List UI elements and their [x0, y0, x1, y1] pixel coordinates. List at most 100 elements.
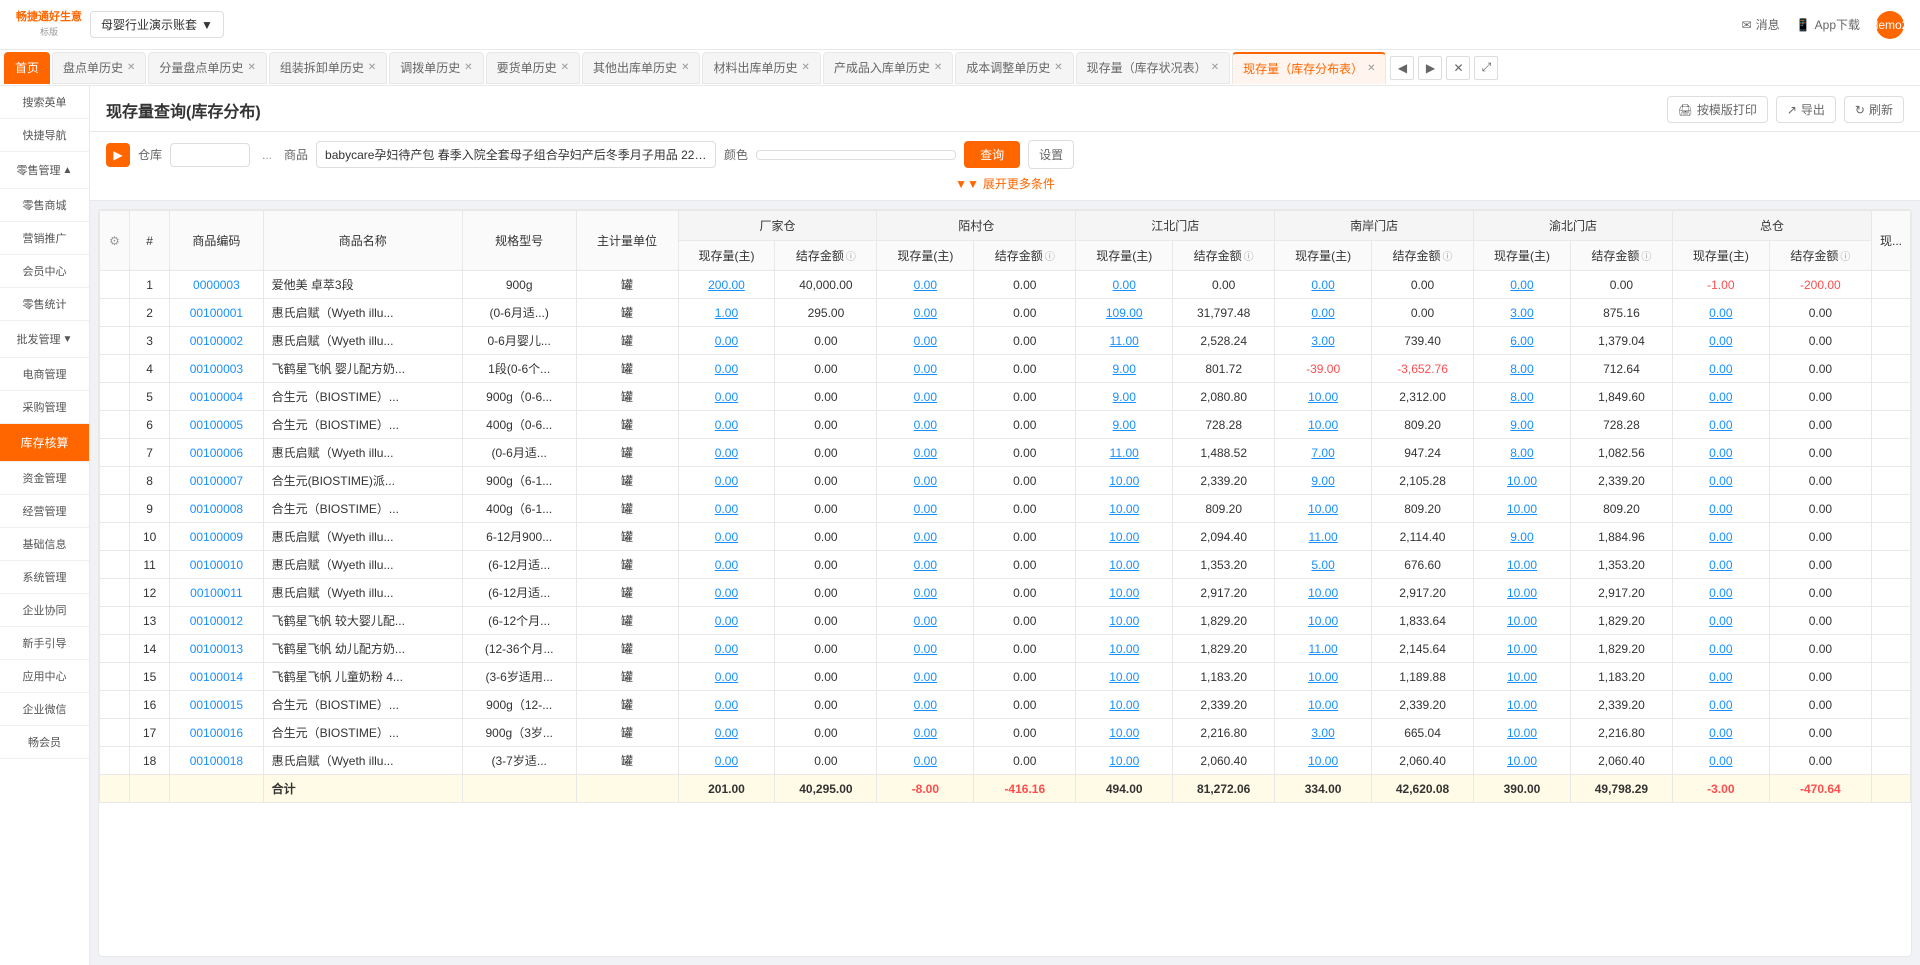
col-mountain-stock[interactable]: 0.00 [877, 607, 974, 635]
col-total-stock[interactable]: 0.00 [1672, 663, 1769, 691]
col-jiangbei-stock[interactable]: 11.00 [1076, 439, 1173, 467]
tab-material-out[interactable]: 材料出库单历史 ✕ [702, 52, 820, 84]
close-icon[interactable]: ✕ [464, 62, 472, 73]
info-icon[interactable]: ⓘ [846, 248, 856, 263]
col-yuebei-stock[interactable]: 10.00 [1474, 607, 1571, 635]
col-total-stock[interactable]: 0.00 [1672, 355, 1769, 383]
sidebar-item-apps[interactable]: 应用中心 [0, 660, 89, 693]
tab-home[interactable]: 首页 [4, 52, 50, 84]
col-code[interactable]: 00100015 [170, 691, 263, 719]
col-nanqi-stock[interactable]: 0.00 [1275, 299, 1372, 327]
col-factory-stock[interactable]: 0.00 [678, 439, 775, 467]
col-nanqi-stock[interactable]: 3.00 [1275, 327, 1372, 355]
tab-requisition[interactable]: 要货单历史 ✕ [486, 52, 580, 84]
col-yuebei-stock[interactable]: 9.00 [1474, 523, 1571, 551]
close-icon[interactable]: ✕ [127, 62, 135, 73]
col-total-stock[interactable]: 0.00 [1672, 495, 1769, 523]
col-code[interactable]: 00100013 [170, 635, 263, 663]
col-factory-stock[interactable]: 0.00 [678, 355, 775, 383]
col-jiangbei-stock[interactable]: 0.00 [1076, 271, 1173, 299]
close-icon[interactable]: ✕ [368, 62, 376, 73]
col-nanqi-stock[interactable]: 10.00 [1275, 747, 1372, 775]
col-jiangbei-stock[interactable]: 10.00 [1076, 747, 1173, 775]
gear-icon[interactable]: ⚙ [109, 234, 120, 248]
sidebar-item-marketing[interactable]: 营销推广 [0, 222, 89, 255]
col-jiangbei-stock[interactable]: 10.00 [1076, 635, 1173, 663]
col-yuebei-stock[interactable]: 10.00 [1474, 495, 1571, 523]
col-code[interactable]: 00100001 [170, 299, 263, 327]
col-mountain-stock[interactable]: 0.00 [877, 663, 974, 691]
sidebar-item-guide[interactable]: 新手引导 [0, 627, 89, 660]
col-factory-stock[interactable]: 0.00 [678, 635, 775, 663]
sidebar-item-retail-shop[interactable]: 零售商城 [0, 189, 89, 222]
col-factory-stock[interactable]: 0.00 [678, 411, 775, 439]
sidebar-item-purchase[interactable]: 采购管理 [0, 391, 89, 424]
col-yuebei-stock[interactable]: 3.00 [1474, 299, 1571, 327]
col-mountain-stock[interactable]: 0.00 [877, 299, 974, 327]
col-mountain-stock[interactable]: 0.00 [877, 383, 974, 411]
col-yuebei-stock[interactable]: 9.00 [1474, 411, 1571, 439]
refresh-button[interactable]: ↻ 刷新 [1844, 96, 1904, 123]
tab-stock-status[interactable]: 现存量（库存状况表） ✕ [1076, 52, 1230, 84]
col-factory-stock[interactable]: 0.00 [678, 523, 775, 551]
col-total-stock[interactable]: 0.00 [1672, 299, 1769, 327]
close-icon[interactable]: ✕ [934, 62, 942, 73]
col-factory-stock[interactable]: 0.00 [678, 579, 775, 607]
col-jiangbei-stock[interactable]: 10.00 [1076, 551, 1173, 579]
col-factory-stock[interactable]: 0.00 [678, 327, 775, 355]
sidebar-item-system[interactable]: 系统管理 [0, 561, 89, 594]
col-mountain-stock[interactable]: 0.00 [877, 355, 974, 383]
col-factory-stock[interactable]: 0.00 [678, 467, 775, 495]
col-code[interactable]: 00100005 [170, 411, 263, 439]
col-factory-stock[interactable]: 0.00 [678, 383, 775, 411]
col-yuebei-stock[interactable]: 6.00 [1474, 327, 1571, 355]
filter-toggle-btn[interactable]: ▶ [106, 143, 130, 167]
sidebar-item-nav[interactable]: 快捷导航 [0, 119, 89, 152]
color-input[interactable] [756, 150, 956, 160]
col-total-stock[interactable]: -1.00 [1672, 271, 1769, 299]
expand-conditions-btn[interactable]: ▼▼ 展开更多条件 [955, 175, 1055, 192]
col-factory-stock[interactable]: 0.00 [678, 551, 775, 579]
col-mountain-stock[interactable]: 0.00 [877, 551, 974, 579]
sidebar-item-wholesale[interactable]: 批发管理 ▼ [0, 321, 89, 358]
close-icon[interactable]: ✕ [247, 62, 255, 73]
tab-split[interactable]: 分量盘点单历史 ✕ [148, 52, 266, 84]
col-nanqi-stock[interactable]: 11.00 [1275, 635, 1372, 663]
col-jiangbei-stock[interactable]: 11.00 [1076, 327, 1173, 355]
col-jiangbei-stock[interactable]: 10.00 [1076, 663, 1173, 691]
col-nanqi-stock[interactable]: -39.00 [1275, 355, 1372, 383]
setting-button[interactable]: 设置 [1028, 140, 1074, 169]
col-code[interactable]: 00100004 [170, 383, 263, 411]
col-nanqi-stock[interactable]: 7.00 [1275, 439, 1372, 467]
col-total-stock[interactable]: 0.00 [1672, 439, 1769, 467]
col-factory-stock[interactable]: 0.00 [678, 663, 775, 691]
col-jiangbei-stock[interactable]: 10.00 [1076, 495, 1173, 523]
col-yuebei-stock[interactable]: 10.00 [1474, 663, 1571, 691]
sidebar-item-ops[interactable]: 经营管理 [0, 495, 89, 528]
col-mountain-stock[interactable]: 0.00 [877, 439, 974, 467]
tab-transfer[interactable]: 调拨单历史 ✕ [389, 52, 483, 84]
app-download-btn[interactable]: 📱 App下载 [1796, 16, 1860, 33]
avatar[interactable]: demo2 [1876, 11, 1904, 39]
close-icon[interactable]: ✕ [561, 62, 569, 73]
col-mountain-stock[interactable]: 0.00 [877, 495, 974, 523]
col-code[interactable]: 00100007 [170, 467, 263, 495]
close-icon[interactable]: ✕ [801, 62, 809, 73]
col-jiangbei-stock[interactable]: 10.00 [1076, 467, 1173, 495]
col-yuebei-stock[interactable]: 10.00 [1474, 719, 1571, 747]
goods-input[interactable]: babycare孕妇待产包 春季入院全套母子组合孕妇产后冬季月子用品 22件套 … [316, 141, 716, 168]
info-icon[interactable]: ⓘ [1045, 248, 1055, 263]
sidebar-item-retail[interactable]: 零售管理 ▲ [0, 152, 89, 189]
sidebar-item-retail-stats[interactable]: 零售统计 [0, 288, 89, 321]
col-yuebei-stock[interactable]: 10.00 [1474, 691, 1571, 719]
sidebar-item-basic[interactable]: 基础信息 [0, 528, 89, 561]
info-icon[interactable]: ⓘ [1840, 248, 1850, 263]
col-total-stock[interactable]: 0.00 [1672, 747, 1769, 775]
col-nanqi-stock[interactable]: 0.00 [1275, 271, 1372, 299]
col-code[interactable]: 00100012 [170, 607, 263, 635]
sidebar-item-ecom[interactable]: 电商管理 [0, 358, 89, 391]
col-total-stock[interactable]: 0.00 [1672, 635, 1769, 663]
col-nanqi-stock[interactable]: 3.00 [1275, 719, 1372, 747]
col-yuebei-stock[interactable]: 10.00 [1474, 635, 1571, 663]
col-mountain-stock[interactable]: 0.00 [877, 635, 974, 663]
